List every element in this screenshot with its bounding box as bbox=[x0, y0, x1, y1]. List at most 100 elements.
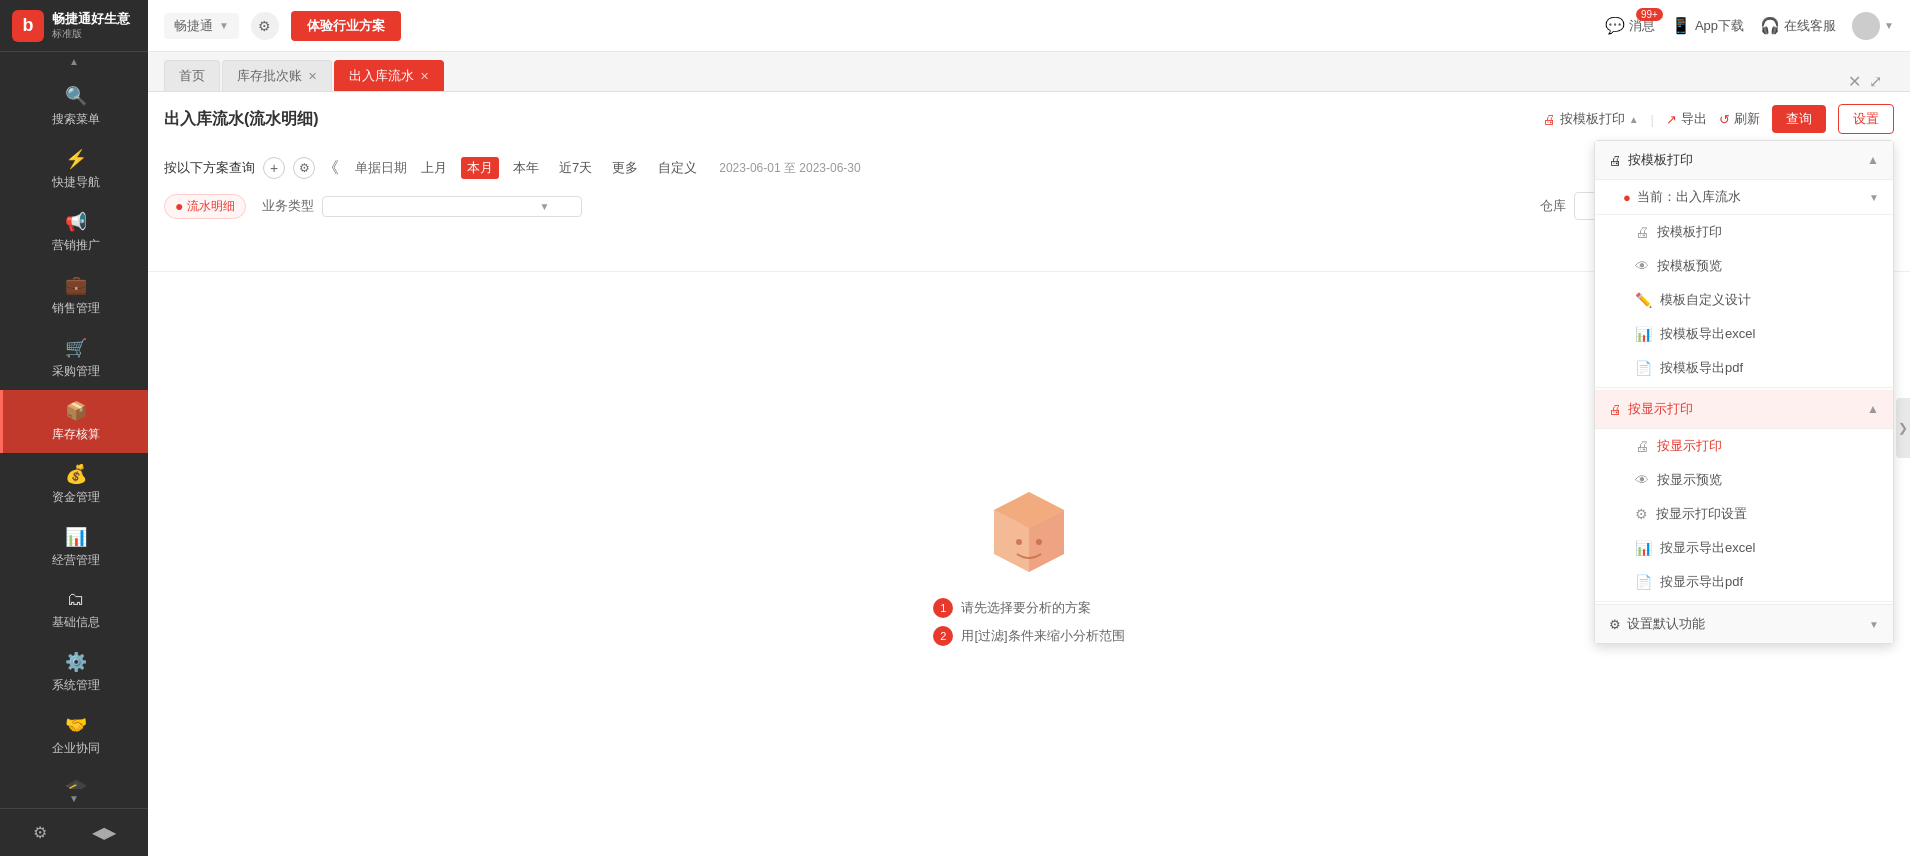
display-preview-icon: 👁 bbox=[1635, 472, 1649, 488]
tab-flow[interactable]: 出入库流水 ✕ bbox=[334, 60, 444, 91]
top-bar-right: 💬 消息 99+ 📱 App下载 🎧 在线客服 ▼ bbox=[1605, 12, 1894, 40]
date-option-this-year[interactable]: 本年 bbox=[507, 157, 545, 179]
user-avatar-area[interactable]: ▼ bbox=[1852, 12, 1894, 40]
dropdown-template-export-excel[interactable]: 📊 按模板导出excel bbox=[1595, 317, 1893, 351]
sales-icon: 💼 bbox=[65, 274, 87, 296]
tab-batch[interactable]: 库存批次账 ✕ bbox=[222, 60, 332, 91]
dropdown-display-export-excel[interactable]: 📊 按显示导出excel bbox=[1595, 531, 1893, 565]
sidebar-item-system[interactable]: ⚙️ 系统管理 bbox=[0, 641, 148, 704]
dropdown-display-preview[interactable]: 👁 按显示预览 bbox=[1595, 463, 1893, 497]
dropdown-template-export-pdf[interactable]: 📄 按模板导出pdf bbox=[1595, 351, 1893, 385]
settings-footer-icon: ⚙ bbox=[1609, 617, 1621, 632]
query-button[interactable]: 查询 bbox=[1772, 105, 1826, 133]
top-bar-left: 畅捷通 ▼ ⚙ 体验行业方案 bbox=[164, 11, 401, 41]
dropdown-footer[interactable]: ⚙ 设置默认功能 ▼ bbox=[1595, 604, 1893, 643]
dropdown-divider1 bbox=[1595, 387, 1893, 388]
date-option-more[interactable]: 更多 bbox=[606, 157, 644, 179]
shortcut-icon: ⚡ bbox=[65, 148, 87, 170]
dropdown-current-item[interactable]: ● 当前：出入库流水 ▼ bbox=[1595, 180, 1893, 215]
date-option-7days[interactable]: 近7天 bbox=[553, 157, 598, 179]
print-icon: 🖨 bbox=[1543, 112, 1556, 127]
sidebar-item-cooperation[interactable]: 🤝 企业协同 bbox=[0, 704, 148, 767]
sidebar-item-sales[interactable]: 💼 销售管理 bbox=[0, 264, 148, 327]
tab-flow-close[interactable]: ✕ bbox=[420, 70, 429, 83]
sidebar: b 畅捷通好生意 标准版 ▲ 🔍 搜索菜单 ⚡ 快捷导航 📢 营销推广 💼 bbox=[0, 0, 148, 856]
svg-point-5 bbox=[1036, 539, 1042, 545]
online-service-button[interactable]: 🎧 在线客服 bbox=[1760, 16, 1836, 35]
logo-text: 畅捷通好生意 标准版 bbox=[52, 11, 130, 41]
trial-button[interactable]: 体验行业方案 bbox=[291, 11, 401, 41]
filter-tag[interactable]: ● 流水明细 bbox=[164, 194, 246, 219]
dropdown-display-export-pdf[interactable]: 📄 按显示导出pdf bbox=[1595, 565, 1893, 599]
dropdown-print-icon: 🖨 bbox=[1609, 153, 1622, 168]
tabs-bar: 首页 库存批次账 ✕ 出入库流水 ✕ ✕ ⤢ bbox=[148, 52, 1910, 92]
messages-button[interactable]: 💬 消息 99+ bbox=[1605, 16, 1655, 35]
filter-add-button[interactable]: + bbox=[263, 157, 285, 179]
window-expand-btn[interactable]: ⤢ bbox=[1869, 72, 1882, 91]
dropdown-display-header[interactable]: 🖨 按显示打印 ▲ bbox=[1595, 390, 1893, 429]
purchase-icon: 🛒 bbox=[65, 337, 87, 359]
sidebar-item-shortcut[interactable]: ⚡ 快捷导航 bbox=[0, 138, 148, 201]
collapse-sidebar-btn[interactable]: ◀▶ bbox=[88, 819, 120, 846]
date-option-last-month[interactable]: 上月 bbox=[415, 157, 453, 179]
dropdown-display-settings[interactable]: ⚙ 按显示打印设置 bbox=[1595, 497, 1893, 531]
export-button[interactable]: ↗ 导出 bbox=[1666, 110, 1707, 128]
app-logo: b 畅捷通好生意 标准版 bbox=[0, 0, 148, 52]
sidebar-item-inventory[interactable]: 📦 库存核算 bbox=[0, 390, 148, 453]
tab-home[interactable]: 首页 bbox=[164, 60, 220, 91]
window-controls: ✕ ⤢ bbox=[1836, 72, 1894, 91]
sidebar-item-purchase[interactable]: 🛒 采购管理 bbox=[0, 327, 148, 390]
user-name-area[interactable]: 畅捷通 ▼ bbox=[164, 13, 239, 39]
dropdown-display-print[interactable]: 🖨 按显示打印 bbox=[1595, 429, 1893, 463]
business-type-select[interactable]: ▼ bbox=[322, 196, 582, 217]
display-excel-icon: 📊 bbox=[1635, 540, 1652, 556]
marketing-icon: 📢 bbox=[65, 211, 87, 233]
dropdown-template-preview[interactable]: 👁 按模板预览 bbox=[1595, 249, 1893, 283]
filter-collapse-button[interactable]: 《 bbox=[323, 158, 339, 179]
template-print-button[interactable]: 🖨 按模板打印 ▲ bbox=[1543, 110, 1639, 128]
dropdown-template-print[interactable]: 🖨 按模板打印 bbox=[1595, 215, 1893, 249]
user-dropdown-arrow: ▼ bbox=[219, 20, 229, 31]
hint-item-2: 2 用[过滤]条件来缩小分析范围 bbox=[933, 626, 1124, 646]
dropdown-template-custom[interactable]: ✏️ 模板自定义设计 bbox=[1595, 283, 1893, 317]
phone-icon: 📱 bbox=[1671, 16, 1691, 35]
template-preview-item-icon: 👁 bbox=[1635, 258, 1649, 274]
display-settings-icon: ⚙ bbox=[1635, 506, 1648, 522]
filter-settings-button[interactable]: ⚙ bbox=[293, 157, 315, 179]
dropdown-current-label: ● 当前：出入库流水 bbox=[1623, 188, 1741, 206]
dropdown-header-arrow: ▲ bbox=[1867, 153, 1879, 167]
date-option-custom[interactable]: 自定义 bbox=[652, 157, 703, 179]
window-close-btn[interactable]: ✕ bbox=[1848, 72, 1861, 91]
template-pdf-icon: 📄 bbox=[1635, 360, 1652, 376]
sidebar-item-marketing[interactable]: 📢 营销推广 bbox=[0, 201, 148, 264]
page-title: 出入库流水(流水明细) bbox=[164, 109, 319, 130]
sidebar-item-basic[interactable]: 🗂 基础信息 bbox=[0, 579, 148, 641]
display-pdf-icon: 📄 bbox=[1635, 574, 1652, 590]
template-excel-icon: 📊 bbox=[1635, 326, 1652, 342]
sidebar-bottom: ⚙ ◀▶ bbox=[0, 808, 148, 856]
dropdown-header-title: 🖨 按模板打印 bbox=[1609, 151, 1693, 169]
cooperation-icon: 🤝 bbox=[65, 714, 87, 736]
date-option-this-month[interactable]: 本月 bbox=[461, 157, 499, 179]
inventory-icon: 📦 bbox=[65, 400, 87, 422]
right-expand-button[interactable]: ❯ bbox=[1896, 398, 1910, 458]
sidebar-item-operation[interactable]: 📊 经营管理 bbox=[0, 516, 148, 579]
hint-num-2: 2 bbox=[933, 626, 953, 646]
settings-button[interactable]: 设置 bbox=[1838, 104, 1894, 134]
app-download-button[interactable]: 📱 App下载 bbox=[1671, 16, 1744, 35]
tab-batch-close[interactable]: ✕ bbox=[308, 70, 317, 83]
page-actions: 🖨 按模板打印 ▲ | ↗ 导出 ↺ 刷新 查询 设置 bbox=[1543, 104, 1894, 134]
empty-icon bbox=[979, 482, 1079, 582]
sidebar-item-search[interactable]: 🔍 搜索菜单 bbox=[0, 75, 148, 138]
dropdown-template-header[interactable]: 🖨 按模板打印 ▲ bbox=[1595, 141, 1893, 180]
refresh-button[interactable]: ↺ 刷新 bbox=[1719, 110, 1760, 128]
sidebar-scroll-down[interactable]: ▼ bbox=[0, 789, 148, 808]
sidebar-scroll-up[interactable]: ▲ bbox=[0, 52, 148, 71]
search-icon: 🔍 bbox=[65, 85, 87, 107]
headset-icon: 🎧 bbox=[1760, 16, 1780, 35]
settings-bottom-btn[interactable]: ⚙ bbox=[29, 819, 51, 846]
top-gear-button[interactable]: ⚙ bbox=[251, 12, 279, 40]
sidebar-item-finance[interactable]: 💰 资金管理 bbox=[0, 453, 148, 516]
dropdown-divider2 bbox=[1595, 601, 1893, 602]
sidebar-item-guide[interactable]: 🎓 新手引导 bbox=[0, 767, 148, 789]
